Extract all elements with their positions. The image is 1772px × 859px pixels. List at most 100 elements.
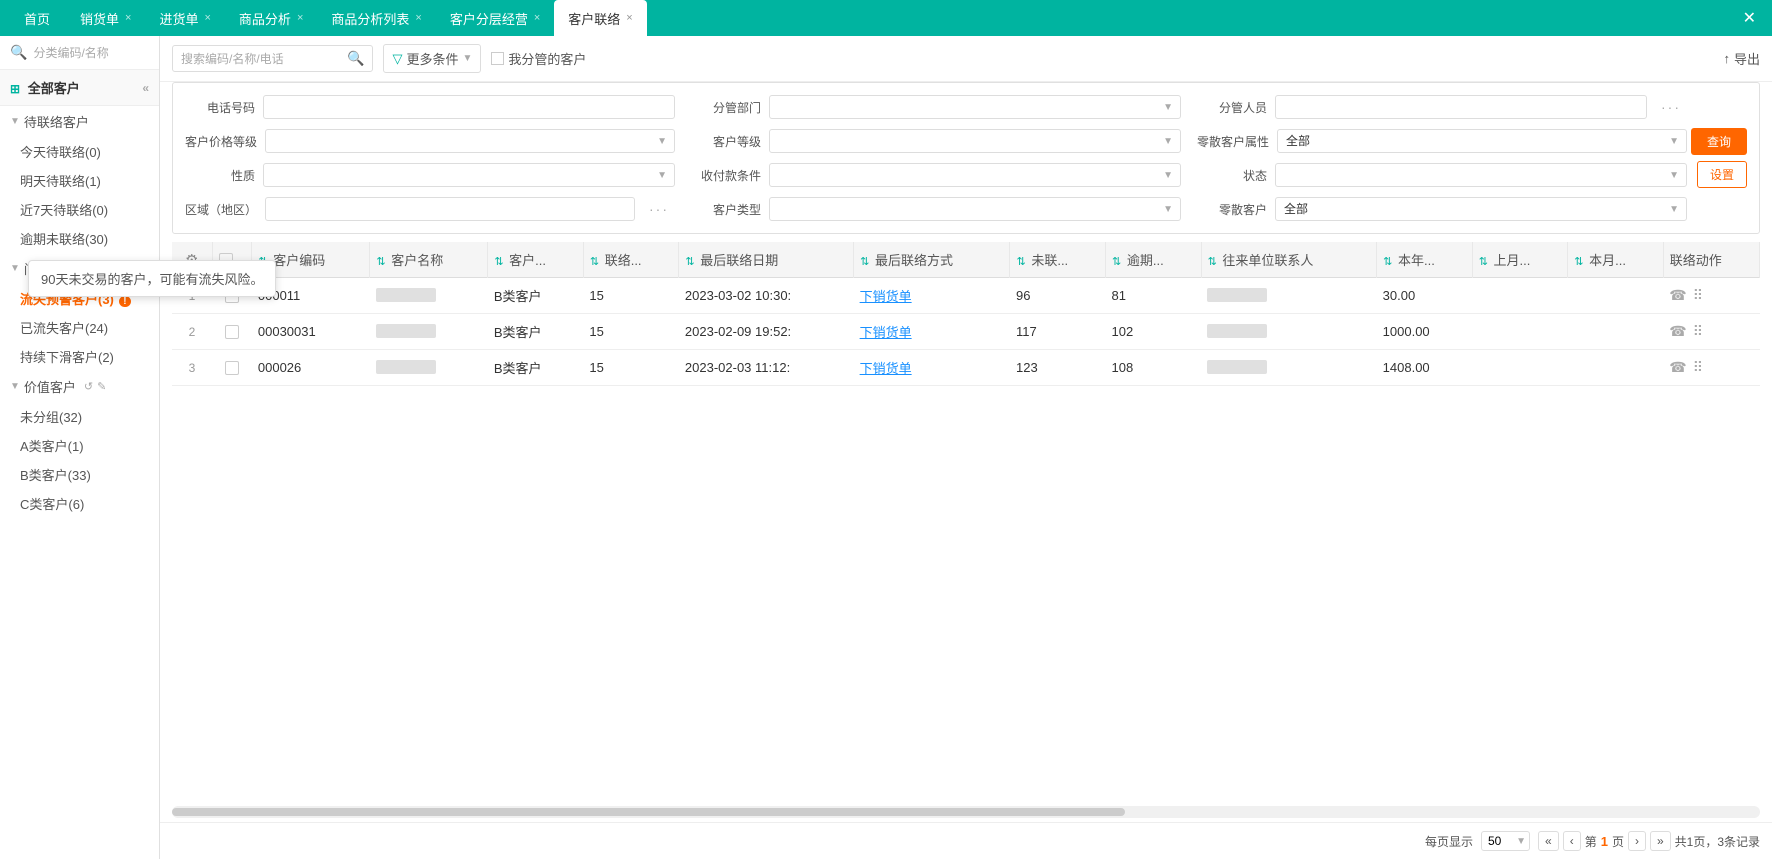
close-purchase-order-icon[interactable]: × xyxy=(204,12,210,24)
td-lmonth-3 xyxy=(1472,350,1568,386)
filter-price-level-select[interactable] xyxy=(265,129,675,153)
tab-purchase-order[interactable]: 进货单 × xyxy=(145,0,224,36)
td-cb-3 xyxy=(212,350,252,386)
filter-status: 状态 ▼ xyxy=(1197,163,1687,187)
query-button[interactable]: 查询 xyxy=(1691,128,1747,155)
sidebar-item-already-lost[interactable]: 已流失客户(24) xyxy=(0,313,159,342)
th-contact: ⇅ 联络... xyxy=(583,242,679,278)
contact-action-icon-3[interactable]: ☎ xyxy=(1669,359,1686,376)
table-row: 2 00030031 B类客户 15 2023-02-09 19:52: 下销货… xyxy=(172,314,1760,350)
sidebar-group-value-customers[interactable]: ▼ 价值客户 ↺ ✎ xyxy=(0,371,159,402)
sidebar-group-pending-contact[interactable]: ▼ 待联络客户 xyxy=(0,106,159,137)
tab-product-analysis-list[interactable]: 商品分析列表 × xyxy=(317,0,435,36)
th-last-method: ⇅ 最后联络方式 xyxy=(854,242,1010,278)
filter-customer-level-select[interactable] xyxy=(769,129,1181,153)
sidebar-search-input[interactable] xyxy=(33,46,160,60)
sidebar-item-tomorrow-contact[interactable]: 明天待联络(1) xyxy=(0,166,159,195)
row-checkbox-2[interactable] xyxy=(225,325,239,339)
next-page-button[interactable]: › xyxy=(1628,831,1646,851)
tab-product-analysis[interactable]: 商品分析 × xyxy=(225,0,317,36)
td-action-1: ☎ ⠿ xyxy=(1663,278,1759,314)
td-date-2: 2023-02-09 19:52: xyxy=(679,314,854,350)
more-action-icon-3[interactable]: ⠿ xyxy=(1693,359,1703,376)
table-row: 3 000026 B类客户 15 2023-02-03 11:12: 下销货单 … xyxy=(172,350,1760,386)
filter-customer-type-select[interactable] xyxy=(769,197,1181,221)
tab-customer-contact[interactable]: 客户联络 × xyxy=(554,0,646,36)
tab-sales-order[interactable]: 销货单 × xyxy=(66,0,145,36)
sidebar-item-class-a[interactable]: A类客户(1) xyxy=(0,431,159,460)
td-method-link-3[interactable]: 下销货单 xyxy=(860,361,912,376)
last-page-button[interactable]: » xyxy=(1650,831,1671,851)
tab-customer-tier[interactable]: 客户分层经营 × xyxy=(436,0,554,36)
search-button[interactable]: 🔍 xyxy=(347,50,364,67)
td-lmonth-2 xyxy=(1472,314,1568,350)
filter-customer-level-wrap: ▼ xyxy=(769,129,1181,153)
sidebar-item-class-c[interactable]: C类客户(6) xyxy=(0,489,159,518)
th-sort-icon-unlink: ⇅ xyxy=(1016,256,1025,268)
filter-price-level-wrap: ▼ xyxy=(265,129,675,153)
close-product-analysis-icon[interactable]: × xyxy=(297,12,303,24)
more-action-icon-1[interactable]: ⠿ xyxy=(1693,287,1703,304)
prev-page-button[interactable]: ‹ xyxy=(1563,831,1581,851)
sidebar-item-today-contact[interactable]: 今天待联络(0) xyxy=(0,137,159,166)
filter-region-dots[interactable]: ··· xyxy=(643,197,675,221)
page-label: 第 xyxy=(1585,833,1597,850)
filter-payment-select[interactable] xyxy=(769,163,1181,187)
sidebar-collapse-icon[interactable]: « xyxy=(142,81,149,95)
filter-region-label: 区域（地区） xyxy=(185,201,257,218)
td-year-1: 30.00 xyxy=(1377,278,1473,314)
td-type-3: B类客户 xyxy=(488,350,584,386)
more-action-icon-2[interactable]: ⠿ xyxy=(1693,323,1703,340)
refresh-icon[interactable]: ↺ xyxy=(84,380,93,393)
close-all-button[interactable]: ✕ xyxy=(1743,8,1764,28)
td-method-link-1[interactable]: 下销货单 xyxy=(860,289,912,304)
all-customers-header[interactable]: ⊞ 全部客户 « xyxy=(0,70,159,106)
sidebar-item-ungrouped[interactable]: 未分组(32) xyxy=(0,402,159,431)
contact-action-icon-1[interactable]: ☎ xyxy=(1669,287,1686,304)
filter-person-input[interactable] xyxy=(1275,95,1647,119)
filter-nature-select[interactable] xyxy=(263,163,675,187)
sidebar-item-overdue-contact[interactable]: 逾期未联络(30) xyxy=(0,224,159,253)
scrollbar-thumb[interactable] xyxy=(172,808,1125,816)
td-type-1: B类客户 xyxy=(488,278,584,314)
filter-sparse-customer-select[interactable]: 全部 xyxy=(1275,197,1687,221)
td-method-link-2[interactable]: 下销货单 xyxy=(860,325,912,340)
th-sort-icon-date: ⇅ xyxy=(685,256,694,268)
search-input[interactable] xyxy=(181,52,341,66)
action-icons-3: ☎ ⠿ xyxy=(1669,359,1753,376)
filter-region: 区域（地区） ··· xyxy=(185,197,675,221)
filter-phone-input[interactable] xyxy=(263,95,675,119)
row-checkbox-3[interactable] xyxy=(225,361,239,375)
filter-status-select[interactable] xyxy=(1275,163,1687,187)
my-customer-checkbox[interactable] xyxy=(491,52,504,65)
close-customer-contact-icon[interactable]: × xyxy=(626,12,632,24)
edit-icon[interactable]: ✎ xyxy=(97,380,106,393)
filter-dept-select[interactable] xyxy=(769,95,1181,119)
sidebar-item-class-b[interactable]: B类客户(33) xyxy=(0,460,159,489)
settings-button[interactable]: 设置 xyxy=(1697,161,1747,188)
filter-region-input[interactable] xyxy=(265,197,635,221)
first-page-button[interactable]: « xyxy=(1538,831,1559,851)
filter-person-dots[interactable]: ··· xyxy=(1655,95,1687,119)
th-sort-icon-lmonth: ⇅ xyxy=(1479,256,1488,268)
close-product-analysis-list-icon[interactable]: × xyxy=(415,12,421,24)
td-method-3: 下销货单 xyxy=(854,350,1010,386)
tab-home[interactable]: 首页 xyxy=(8,0,66,36)
close-customer-tier-icon[interactable]: × xyxy=(534,12,540,24)
contact-action-icon-2[interactable]: ☎ xyxy=(1669,323,1686,340)
my-customer-filter[interactable]: 我分管的客户 xyxy=(491,49,586,68)
td-person-3 xyxy=(1201,350,1377,386)
export-button[interactable]: ↑ 导出 xyxy=(1723,49,1760,68)
horizontal-scrollbar[interactable] xyxy=(172,806,1760,818)
td-year-2: 1000.00 xyxy=(1377,314,1473,350)
grid-icon: ⊞ xyxy=(10,82,20,96)
more-filter-button[interactable]: ▽ 更多条件 ▼ xyxy=(383,44,481,73)
per-page-select[interactable]: 50 100 xyxy=(1481,831,1530,851)
filter-dept-label: 分管部门 xyxy=(691,99,761,116)
td-contact-1: 15 xyxy=(583,278,679,314)
filter-nature-label: 性质 xyxy=(185,167,255,184)
close-sales-order-icon[interactable]: × xyxy=(125,12,131,24)
filter-sparse-attr-select[interactable]: 全部 xyxy=(1277,129,1687,153)
sidebar-item-declining[interactable]: 持续下滑客户(2) xyxy=(0,342,159,371)
sidebar-item-7day-contact[interactable]: 近7天待联络(0) xyxy=(0,195,159,224)
